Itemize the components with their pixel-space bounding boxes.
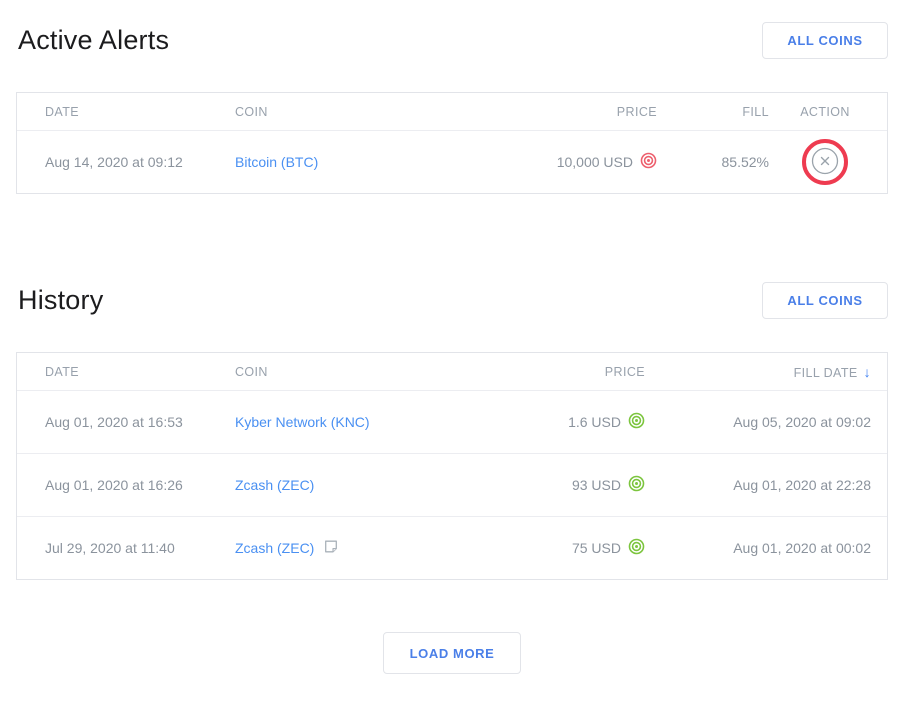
history-fill-date: Aug 05, 2020 at 09:02 <box>653 414 879 430</box>
history-header: History ALL COINS <box>18 282 888 319</box>
history-price: 1.6 USD <box>568 414 621 430</box>
fill-date-label: FILL DATE <box>794 366 858 380</box>
history-date: Aug 01, 2020 at 16:53 <box>45 414 235 430</box>
green-bullseye-icon <box>628 538 645 558</box>
history-fill-date: Aug 01, 2020 at 00:02 <box>653 540 879 556</box>
alert-date: Aug 14, 2020 at 09:12 <box>45 154 235 170</box>
active-alerts-all-coins-button[interactable]: ALL COINS <box>762 22 888 59</box>
history-coin-cell: Kyber Network (KNC) <box>235 414 423 430</box>
history-price-cell: 1.6 USD <box>423 412 653 432</box>
history-row: Aug 01, 2020 at 16:26 Zcash (ZEC) 93 USD… <box>17 453 887 516</box>
active-alerts-header: Active Alerts ALL COINS <box>18 22 888 59</box>
history-coin-cell: Zcash (ZEC) <box>235 538 423 558</box>
history-all-coins-button[interactable]: ALL COINS <box>762 282 888 319</box>
history-price-cell: 93 USD <box>423 475 653 495</box>
history-table: DATE COIN PRICE FILL DATE ↓ Aug 01, 2020 … <box>16 352 888 580</box>
col-header-coin: COIN <box>235 365 423 379</box>
history-price-cell: 75 USD <box>423 538 653 558</box>
red-bullseye-icon <box>640 152 657 172</box>
history-date: Aug 01, 2020 at 16:26 <box>45 477 235 493</box>
coin-link-bitcoin[interactable]: Bitcoin (BTC) <box>235 154 318 170</box>
alert-price: 10,000 USD <box>557 154 633 170</box>
active-alerts-table: DATE COIN PRICE FILL ACTION Aug 14, 2020… <box>16 92 888 194</box>
col-header-price: PRICE <box>423 365 653 379</box>
col-header-date: DATE <box>45 365 235 379</box>
history-fill-date: Aug 01, 2020 at 22:28 <box>653 477 879 493</box>
col-header-price: PRICE <box>443 105 665 119</box>
note-icon[interactable] <box>323 538 339 558</box>
alerts-page: Active Alerts ALL COINS DATE COIN PRICE … <box>0 22 904 674</box>
cancel-alert-button[interactable] <box>811 148 839 176</box>
alert-action-cell <box>777 139 873 185</box>
history-coin-cell: Zcash (ZEC) <box>235 477 423 493</box>
history-table-header: DATE COIN PRICE FILL DATE ↓ <box>17 353 887 390</box>
alert-price-cell: 10,000 USD <box>443 152 665 172</box>
active-alert-row: Aug 14, 2020 at 09:12 Bitcoin (BTC) 10,0… <box>17 130 887 193</box>
green-bullseye-icon <box>628 412 645 432</box>
coin-link-kyber[interactable]: Kyber Network (KNC) <box>235 414 370 430</box>
history-price: 93 USD <box>572 477 621 493</box>
coin-link-zcash[interactable]: Zcash (ZEC) <box>235 477 314 493</box>
col-header-date: DATE <box>45 105 235 119</box>
coin-link-zcash[interactable]: Zcash (ZEC) <box>235 540 314 556</box>
col-header-action: ACTION <box>777 105 873 119</box>
history-row: Aug 01, 2020 at 16:53 Kyber Network (KNC… <box>17 390 887 453</box>
col-header-coin: COIN <box>235 105 443 119</box>
circle-x-icon <box>811 147 839 178</box>
red-circle-highlight-annotation <box>802 139 848 185</box>
alert-coin-cell: Bitcoin (BTC) <box>235 154 443 170</box>
sort-descending-icon[interactable]: ↓ <box>864 364 871 380</box>
history-section: History ALL COINS DATE COIN PRICE FILL D… <box>16 282 888 674</box>
load-more-container: LOAD MORE <box>16 632 888 674</box>
load-more-button[interactable]: LOAD MORE <box>383 632 521 674</box>
history-title: History <box>18 285 103 316</box>
active-alerts-table-header: DATE COIN PRICE FILL ACTION <box>17 93 887 130</box>
green-bullseye-icon <box>628 475 645 495</box>
active-alerts-section: Active Alerts ALL COINS DATE COIN PRICE … <box>16 22 888 194</box>
col-header-fill: FILL <box>665 105 777 119</box>
col-header-fill-date[interactable]: FILL DATE ↓ <box>653 364 879 380</box>
history-row: Jul 29, 2020 at 11:40 Zcash (ZEC) 75 USD… <box>17 516 887 579</box>
active-alerts-title: Active Alerts <box>18 25 169 56</box>
history-date: Jul 29, 2020 at 11:40 <box>45 540 235 556</box>
history-price: 75 USD <box>572 540 621 556</box>
alert-fill-percent: 85.52% <box>665 154 777 170</box>
